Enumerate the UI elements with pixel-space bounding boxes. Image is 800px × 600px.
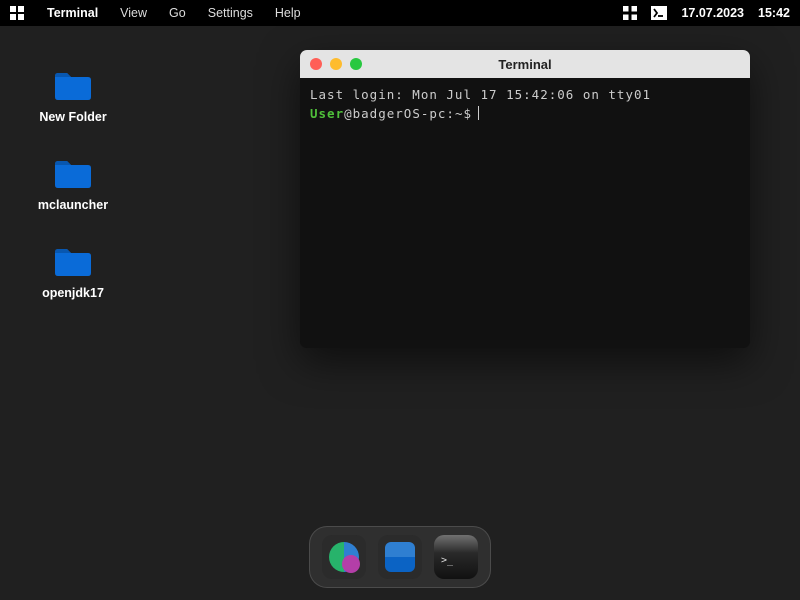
menu-settings[interactable]: Settings	[208, 6, 253, 20]
window-title: Terminal	[300, 57, 750, 72]
prompt-host: @badgerOS-pc:~$	[344, 106, 472, 121]
menu-app-name[interactable]: Terminal	[47, 6, 98, 20]
folder-new-folder[interactable]: New Folder	[28, 70, 118, 124]
folder-icon	[53, 246, 93, 278]
folder-label: openjdk17	[42, 286, 104, 300]
terminal-line-lastlogin: Last login: Mon Jul 17 15:42:06 on tty01	[310, 86, 740, 105]
dock: >_	[309, 526, 491, 588]
dock-app-files[interactable]	[378, 535, 422, 579]
dock-app-shapes[interactable]	[322, 535, 366, 579]
folder-icon	[53, 158, 93, 190]
cursor-icon	[478, 106, 479, 120]
menu-go[interactable]: Go	[169, 6, 186, 20]
tray-terminal-icon[interactable]	[651, 6, 667, 20]
terminal-body[interactable]: Last login: Mon Jul 17 15:42:06 on tty01…	[300, 78, 750, 348]
terminal-prompt-line: User@badgerOS-pc:~$	[310, 105, 740, 124]
dock-app-terminal[interactable]: >_	[434, 535, 478, 579]
folder-openjdk17[interactable]: openjdk17	[28, 246, 118, 300]
menu-date: 17.07.2023	[681, 6, 744, 20]
tray-grid-icon[interactable]	[623, 6, 637, 20]
terminal-window: Terminal Last login: Mon Jul 17 15:42:06…	[300, 50, 750, 348]
menu-bar: Terminal View Go Settings Help 17.07.202…	[0, 0, 800, 26]
prompt-user: User	[310, 106, 344, 121]
menu-view[interactable]: View	[120, 6, 147, 20]
folder-icon	[53, 70, 93, 102]
menu-time: 15:42	[758, 6, 790, 20]
desktop-icons: New Folder mclauncher openjdk17	[28, 70, 118, 300]
logo-icon[interactable]	[10, 6, 25, 21]
folder-label: mclauncher	[38, 198, 108, 212]
folder-label: New Folder	[39, 110, 106, 124]
folder-mclauncher[interactable]: mclauncher	[28, 158, 118, 212]
menu-help[interactable]: Help	[275, 6, 301, 20]
window-titlebar[interactable]: Terminal	[300, 50, 750, 78]
